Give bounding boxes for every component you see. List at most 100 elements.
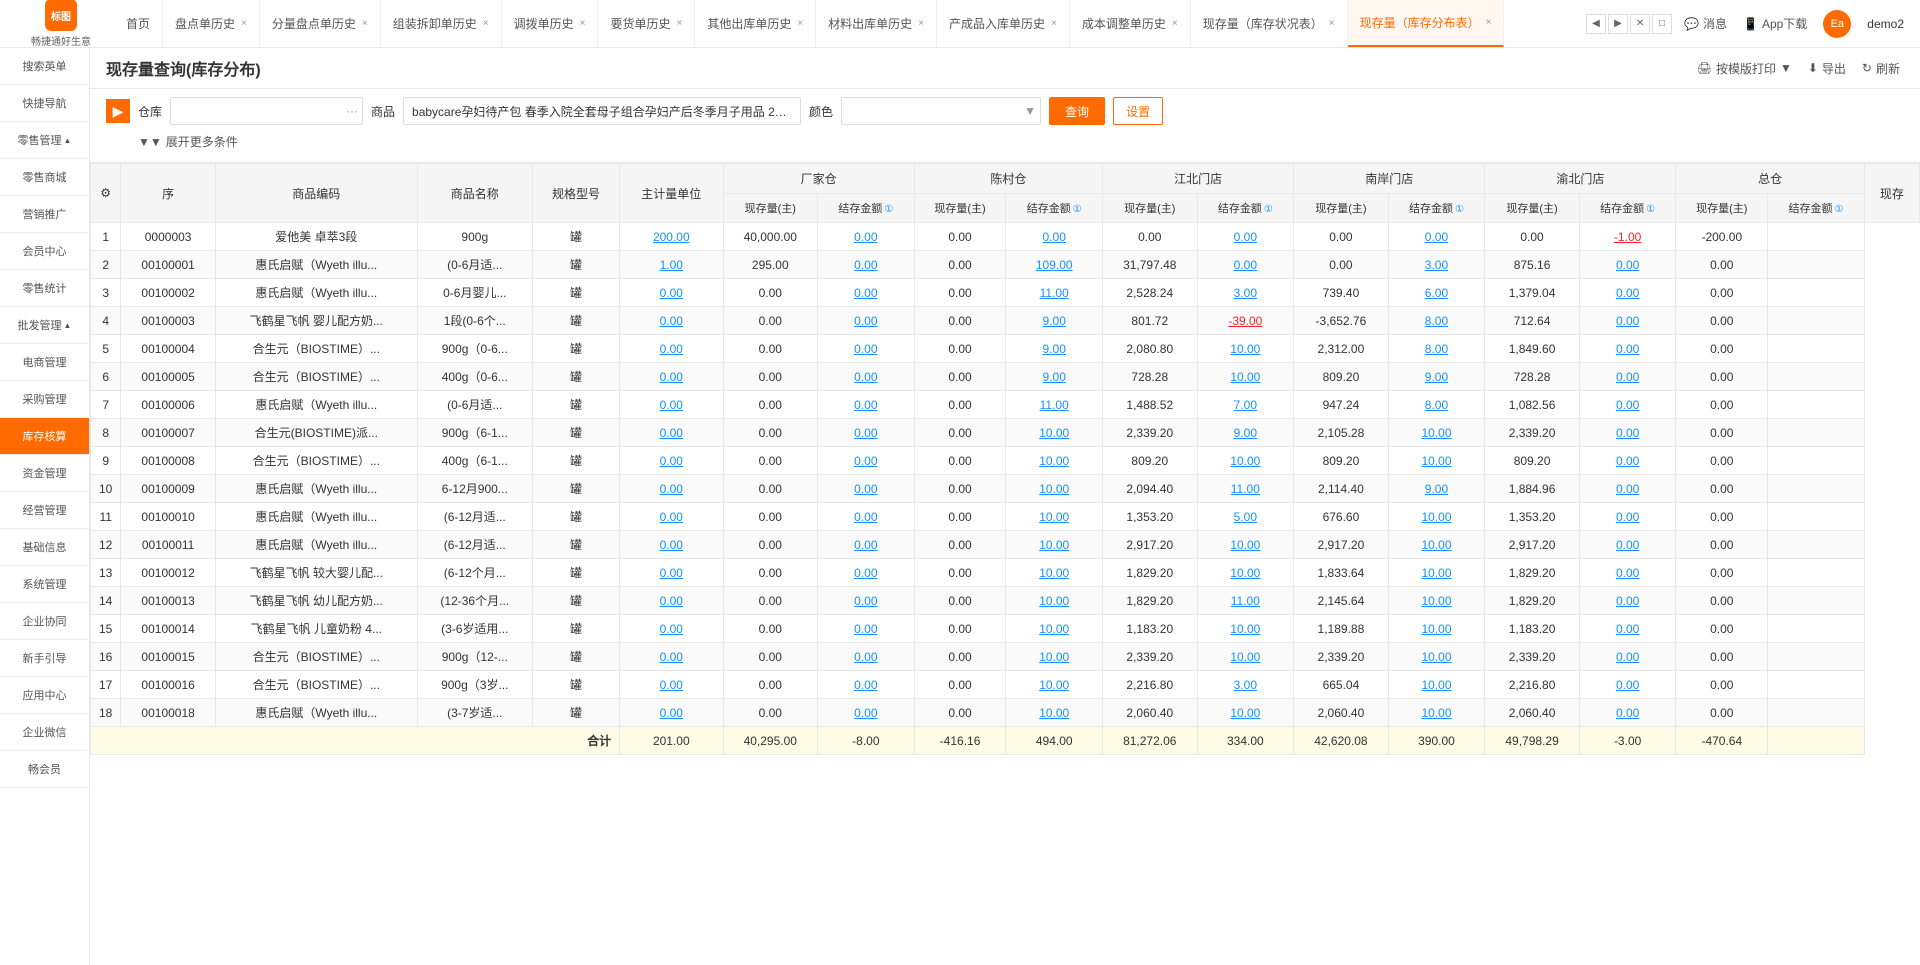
top-tab-close-3[interactable]: × <box>483 18 489 29</box>
table-cell[interactable]: 0.00 <box>818 615 915 643</box>
refresh-btn[interactable]: ↻ 刷新 <box>1858 58 1904 79</box>
table-cell[interactable]: -39.00 <box>1197 307 1294 335</box>
table-cell[interactable]: 3.00 <box>1197 279 1294 307</box>
top-tab-close-4[interactable]: × <box>580 18 586 29</box>
table-cell[interactable]: 0.00 <box>818 643 915 671</box>
table-cell[interactable]: 0.00 <box>1579 307 1676 335</box>
table-cell[interactable]: 10.00 <box>1388 447 1485 475</box>
warehouse-input[interactable] <box>171 98 342 124</box>
table-cell[interactable]: 0.00 <box>1579 335 1676 363</box>
table-cell[interactable]: 10.00 <box>1197 335 1294 363</box>
table-cell[interactable]: 8.00 <box>1388 307 1485 335</box>
top-tab-7[interactable]: 材料出库单历史× <box>816 0 937 47</box>
table-cell[interactable]: 0.00 <box>1579 559 1676 587</box>
top-tab-9[interactable]: 成本调整单历史× <box>1070 0 1191 47</box>
table-cell[interactable]: 0.00 <box>620 587 723 615</box>
table-cell[interactable]: 0.00 <box>1197 251 1294 279</box>
table-cell[interactable]: 9.00 <box>1388 363 1485 391</box>
table-cell[interactable]: 10.00 <box>1006 475 1103 503</box>
top-tab-close-2[interactable]: × <box>362 18 368 29</box>
tab-close-btn[interactable]: ✕ <box>1630 14 1650 34</box>
table-cell[interactable]: 10.00 <box>1006 419 1103 447</box>
table-cell[interactable]: 3.00 <box>1197 671 1294 699</box>
sidebar-item-1[interactable]: 快捷导航 <box>0 85 89 122</box>
table-cell[interactable]: 11.00 <box>1197 475 1294 503</box>
table-cell[interactable]: 9.00 <box>1006 363 1103 391</box>
sidebar-item-11[interactable]: 资金管理 <box>0 455 89 492</box>
app-download-btn[interactable]: 📱 App下载 <box>1743 15 1807 32</box>
table-cell[interactable]: 0.00 <box>818 699 915 727</box>
print-btn[interactable]: 🖨 按模版打印 ▼ <box>1693 58 1796 79</box>
table-cell[interactable]: 10.00 <box>1197 615 1294 643</box>
table-cell[interactable]: 0.00 <box>818 223 915 251</box>
tab-next-btn[interactable]: ▶ <box>1608 14 1628 34</box>
table-cell[interactable]: 0.00 <box>620 615 723 643</box>
table-cell[interactable]: 0.00 <box>620 391 723 419</box>
table-cell[interactable]: 0.00 <box>1579 391 1676 419</box>
top-tab-10[interactable]: 现存量（库存状况表）× <box>1191 0 1348 47</box>
table-cell[interactable]: 0.00 <box>620 531 723 559</box>
table-cell[interactable]: 0.00 <box>1579 503 1676 531</box>
table-cell[interactable]: 10.00 <box>1006 531 1103 559</box>
table-cell[interactable]: 10.00 <box>1006 559 1103 587</box>
query-btn[interactable]: 查询 <box>1049 97 1105 125</box>
th-settings[interactable]: ⚙ <box>91 164 121 223</box>
table-cell[interactable]: 10.00 <box>1006 643 1103 671</box>
table-cell[interactable]: 0.00 <box>1579 419 1676 447</box>
table-cell[interactable]: 0.00 <box>818 587 915 615</box>
table-cell[interactable]: 10.00 <box>1006 447 1103 475</box>
table-cell[interactable]: 109.00 <box>1006 251 1103 279</box>
table-cell[interactable]: 10.00 <box>1388 643 1485 671</box>
table-cell[interactable]: 8.00 <box>1388 391 1485 419</box>
table-cell[interactable]: 0.00 <box>818 335 915 363</box>
table-cell[interactable]: 0.00 <box>620 447 723 475</box>
table-cell[interactable]: 0.00 <box>818 279 915 307</box>
table-cell[interactable]: 10.00 <box>1388 531 1485 559</box>
table-cell[interactable]: 0.00 <box>620 643 723 671</box>
table-cell[interactable]: 0.00 <box>1579 671 1676 699</box>
filter-toggle-btn[interactable]: ▶ <box>106 99 130 123</box>
table-cell[interactable]: 10.00 <box>1388 587 1485 615</box>
user-name[interactable]: demo2 <box>1867 17 1904 31</box>
table-cell[interactable]: 1.00 <box>620 251 723 279</box>
table-cell[interactable]: 10.00 <box>1388 419 1485 447</box>
warehouse-ellipsis[interactable]: ··· <box>342 104 362 118</box>
table-cell[interactable]: 9.00 <box>1006 335 1103 363</box>
table-cell[interactable]: 7.00 <box>1197 391 1294 419</box>
table-cell[interactable]: 0.00 <box>1579 615 1676 643</box>
table-cell[interactable]: 6.00 <box>1388 279 1485 307</box>
table-cell[interactable]: 0.00 <box>1579 251 1676 279</box>
table-cell[interactable]: 0.00 <box>1579 279 1676 307</box>
table-cell[interactable]: 11.00 <box>1197 587 1294 615</box>
table-cell[interactable]: 10.00 <box>1197 559 1294 587</box>
table-cell[interactable]: 0.00 <box>1388 223 1485 251</box>
msg-btn[interactable]: 💬 消息 <box>1684 15 1727 32</box>
table-cell[interactable]: 0.00 <box>620 503 723 531</box>
table-cell[interactable]: 0.00 <box>620 335 723 363</box>
sidebar-item-18[interactable]: 企业微信 <box>0 714 89 751</box>
table-cell[interactable]: 10.00 <box>1006 699 1103 727</box>
table-cell[interactable]: 200.00 <box>620 223 723 251</box>
sidebar-item-19[interactable]: 畅会员 <box>0 751 89 788</box>
table-cell[interactable]: 0.00 <box>620 559 723 587</box>
top-tab-close-9[interactable]: × <box>1172 18 1178 29</box>
table-cell[interactable]: 10.00 <box>1197 699 1294 727</box>
product-input[interactable]: babycare孕妇待产包 春季入院全套母子组合孕妇产后冬季月子用品 22件套 … <box>403 97 801 125</box>
sidebar-item-14[interactable]: 系统管理 <box>0 566 89 603</box>
settings-btn[interactable]: 设置 <box>1113 97 1163 125</box>
table-cell[interactable]: 10.00 <box>1197 643 1294 671</box>
tab-prev-btn[interactable]: ◀ <box>1586 14 1606 34</box>
table-cell[interactable]: 11.00 <box>1006 391 1103 419</box>
tab-expand-btn[interactable]: □ <box>1652 14 1672 34</box>
top-tab-close-1[interactable]: × <box>241 18 247 29</box>
table-cell[interactable]: 0.00 <box>1579 475 1676 503</box>
table-cell[interactable]: 10.00 <box>1197 531 1294 559</box>
table-cell[interactable]: 9.00 <box>1388 475 1485 503</box>
table-cell[interactable]: 9.00 <box>1006 307 1103 335</box>
table-cell[interactable]: 10.00 <box>1006 503 1103 531</box>
sidebar-item-10[interactable]: 库存核算 <box>0 418 89 455</box>
table-cell[interactable]: 10.00 <box>1388 671 1485 699</box>
table-cell[interactable]: 0.00 <box>818 559 915 587</box>
top-tab-close-5[interactable]: × <box>676 18 682 29</box>
expand-more-btn[interactable]: ▼▼ 展开更多条件 <box>138 129 1904 154</box>
